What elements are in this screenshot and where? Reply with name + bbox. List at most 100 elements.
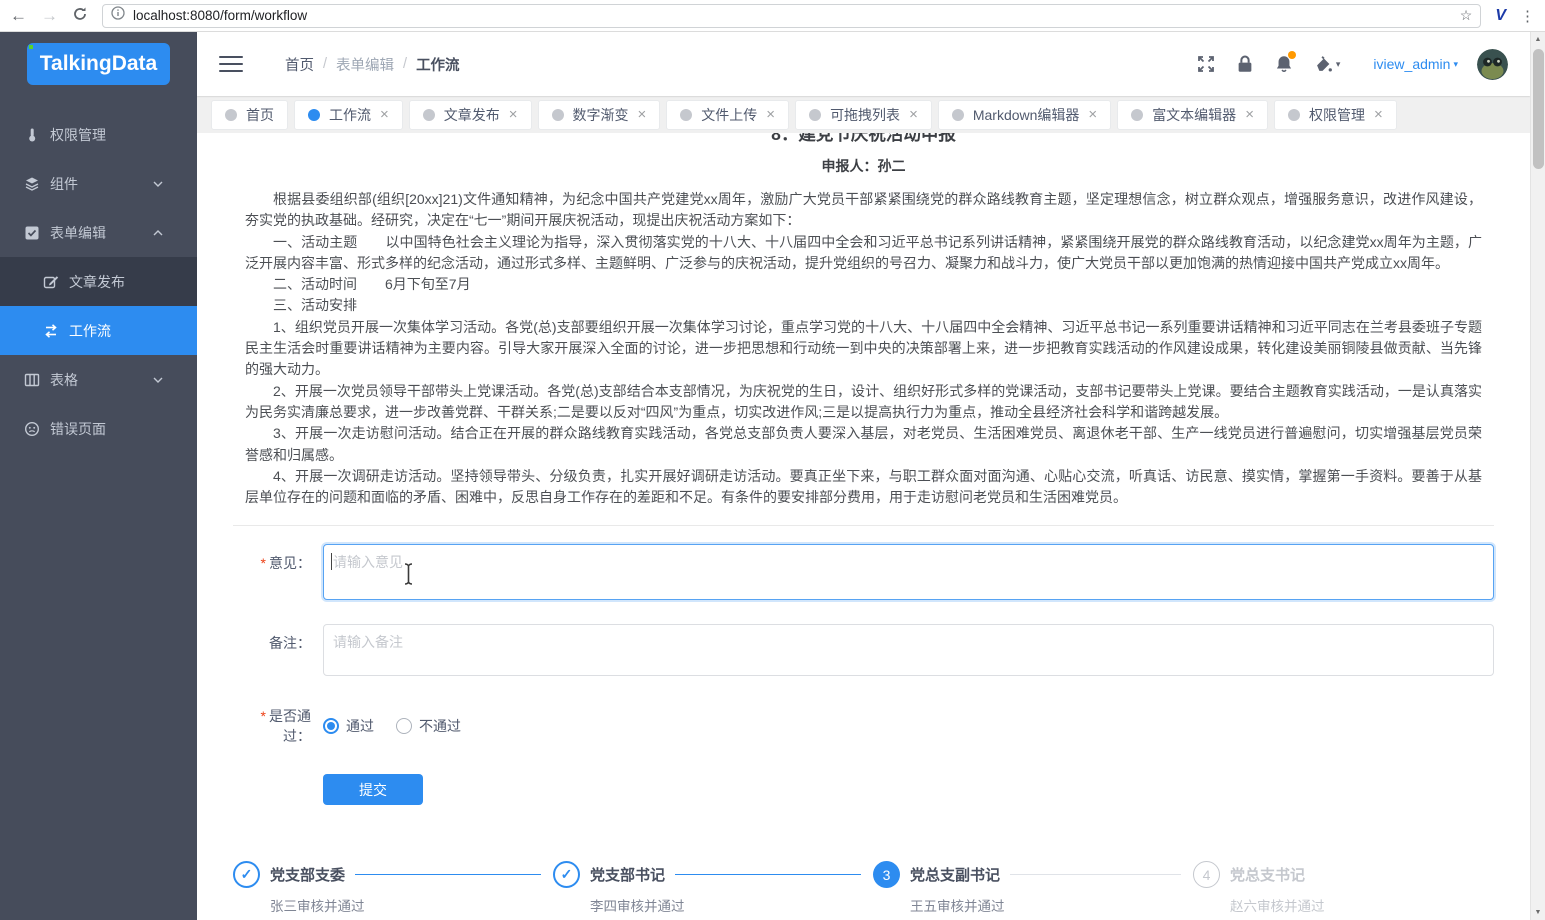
paragraph: 根据县委组织部(组织[20xx]21)文件通知精神，为纪念中国共产党建党xx周年…: [245, 191, 1482, 229]
submit-button[interactable]: 提交: [323, 774, 423, 806]
browser-forward-icon[interactable]: →: [41, 7, 58, 24]
breadcrumb: 首页 / 表单编辑 / 工作流: [285, 54, 460, 75]
paragraph: 4、开展一次调研走访活动。坚持领导带头、分级负责，扎实开展好调研走访活动。要真正…: [245, 467, 1482, 506]
tab-file-upload[interactable]: 文件上传 ×: [666, 99, 790, 130]
tab-dot-icon: [1287, 108, 1300, 121]
opinion-textarea[interactable]: [323, 544, 1494, 601]
tab-close-icon[interactable]: ×: [380, 107, 389, 122]
user-menu[interactable]: iview_admin ▾: [1373, 56, 1458, 72]
paragraph: 一、活动主题 以中国特色社会主义理论为指导，深入贯彻落实党的十八大、十八届四中全…: [245, 233, 1482, 271]
breadcrumb-workflow: 工作流: [416, 57, 460, 74]
extension-icon[interactable]: V: [1495, 7, 1506, 25]
applicant-line: 申报人：孙二: [821, 158, 906, 174]
tab-dot-icon: [308, 108, 320, 121]
logo[interactable]: TalkingData: [0, 32, 197, 96]
tab-workflow[interactable]: 工作流 ×: [294, 99, 403, 130]
tab-dot-icon: [551, 108, 564, 121]
paragraph: 三、活动安排: [273, 297, 357, 314]
tab-dot-icon: [422, 108, 435, 121]
note-textarea[interactable]: [323, 624, 1494, 677]
paragraph: 1、组织党员开展一次集体学习活动。各党(总)支部要组织开展一次集体学习讨论，重点…: [245, 318, 1482, 378]
tab-close-icon[interactable]: ×: [1374, 107, 1383, 122]
radio-fail[interactable]: 不通过: [396, 716, 461, 736]
sad-face-icon: [24, 421, 40, 436]
tab-number-gradient[interactable]: 数字渐变 ×: [537, 99, 661, 130]
chevron-down-icon: [153, 377, 163, 383]
checkbox-icon: [25, 226, 39, 239]
pass-radio-group: 通过 不通过: [323, 716, 461, 736]
lock-icon[interactable]: [1235, 54, 1255, 74]
tab-close-icon[interactable]: ×: [509, 107, 518, 122]
browser-chrome: ← → localhost:8080/form/workflow ☆ V ⋮: [0, 0, 1545, 32]
step-number: 3: [873, 861, 900, 889]
fullscreen-icon[interactable]: [1196, 54, 1216, 74]
sidebar-toggle-icon[interactable]: [219, 51, 243, 77]
tab-bar: 首页 工作流 × 文章发布 × 数字渐变 × 文件上传 × 可拖拽列表 × Ma…: [197, 96, 1530, 133]
swap-arrows-icon: [45, 323, 57, 338]
layers-icon: [25, 177, 39, 191]
compose-icon: [43, 275, 59, 288]
tab-close-icon[interactable]: ×: [638, 107, 647, 122]
sidebar-item-article-publish[interactable]: 文章发布: [0, 257, 197, 306]
tab-draggable-list[interactable]: 可拖拽列表 ×: [795, 99, 932, 130]
step-3: 3 党总支副书记 王五审核并通过: [873, 861, 1193, 915]
divider: [233, 525, 1494, 527]
sidebar-item-form-edit[interactable]: 表单编辑: [0, 208, 197, 257]
chevron-up-icon: [153, 229, 163, 235]
sidebar-item-permission[interactable]: 权限管理: [0, 110, 197, 159]
scrollbar-up-icon[interactable]: ▲: [1531, 32, 1545, 47]
bookmark-star-icon[interactable]: ☆: [1460, 7, 1473, 24]
tab-close-icon[interactable]: ×: [909, 107, 918, 122]
browser-menu-icon[interactable]: ⋮: [1520, 7, 1535, 25]
logo-text: TalkingData: [39, 52, 158, 75]
scrollbar-thumb[interactable]: [1533, 49, 1544, 169]
tab-home[interactable]: 首页: [211, 99, 288, 130]
browser-back-icon[interactable]: ←: [10, 7, 27, 24]
tab-close-icon[interactable]: ×: [1088, 107, 1097, 122]
username-text: iview_admin: [1373, 56, 1451, 72]
browser-refresh-icon[interactable]: [72, 6, 88, 25]
chevron-down-icon: ▾: [1453, 58, 1458, 69]
avatar[interactable]: [1477, 48, 1508, 80]
tab-dot-icon: [809, 108, 822, 121]
tab-close-icon[interactable]: ×: [766, 107, 775, 122]
site-info-icon[interactable]: [111, 6, 125, 25]
sidebar-item-workflow[interactable]: 工作流: [0, 306, 197, 355]
sidebar-item-tables[interactable]: 表格: [0, 355, 197, 404]
step-number: 4: [1193, 861, 1220, 889]
tab-dot-icon: [680, 108, 693, 121]
tab-close-icon[interactable]: ×: [1245, 107, 1254, 122]
radio-pass[interactable]: 通过: [323, 716, 374, 736]
thermometer-icon: [29, 128, 36, 141]
step-2: ✓ 党支部书记 李四审核并通过: [553, 861, 873, 915]
page-scrollbar[interactable]: ▲ ▼: [1530, 32, 1545, 920]
tab-permission[interactable]: 权限管理 ×: [1273, 99, 1397, 130]
chevron-down-icon: ▾: [1335, 58, 1341, 69]
notification-bell-icon[interactable]: [1274, 51, 1296, 74]
sidebar-item-components[interactable]: 组件: [0, 159, 197, 208]
address-bar[interactable]: localhost:8080/form/workflow ☆: [102, 3, 1482, 28]
radio-selected-icon: [323, 718, 339, 735]
step-1: ✓ 党支部支委 张三审核并通过: [233, 861, 553, 915]
url-text[interactable]: localhost:8080/form/workflow: [133, 8, 307, 23]
tab-dot-icon: [1131, 108, 1144, 121]
approval-steps: ✓ 党支部支委 张三审核并通过 ✓ 党支部书记 李四审核并通过 3 党总支副书记…: [233, 861, 1494, 915]
step-check-icon: ✓: [553, 861, 580, 889]
chevron-down-icon: [153, 181, 163, 187]
paragraph: 3、开展一次走访慰问活动。结合正在开展的群众路线教育实践活动，各党总支部负责人要…: [245, 425, 1482, 463]
step-check-icon: ✓: [233, 861, 260, 889]
sidebar-item-error-pages[interactable]: 错误页面: [0, 404, 197, 453]
scrollbar-down-icon[interactable]: ▼: [1531, 905, 1545, 920]
opinion-label: * 意见：: [260, 555, 311, 572]
workflow-page: 8：建党节庆祝活动申报 申报人：孙二 根据县委组织部(组织[20xx]21)文件…: [197, 133, 1530, 920]
note-label: 备注：: [269, 635, 311, 652]
paragraph: 2、开展一次党员领导干部带头上党课活动。各党(总)支部结合本支部情况，为庆祝党的…: [245, 382, 1482, 420]
tab-markdown-editor[interactable]: Markdown编辑器 ×: [937, 99, 1112, 130]
tab-rich-text-editor[interactable]: 富文本编辑器 ×: [1117, 99, 1268, 130]
pass-label: * 是否通过：: [260, 708, 311, 745]
tab-article-publish[interactable]: 文章发布 ×: [408, 99, 532, 130]
breadcrumb-home[interactable]: 首页: [285, 54, 314, 75]
step-4: 4 党总支书记 赵六审核并通过: [1193, 861, 1325, 915]
theme-ink-icon[interactable]: ▾: [1313, 54, 1341, 74]
breadcrumb-form-edit[interactable]: 表单编辑: [336, 54, 394, 75]
